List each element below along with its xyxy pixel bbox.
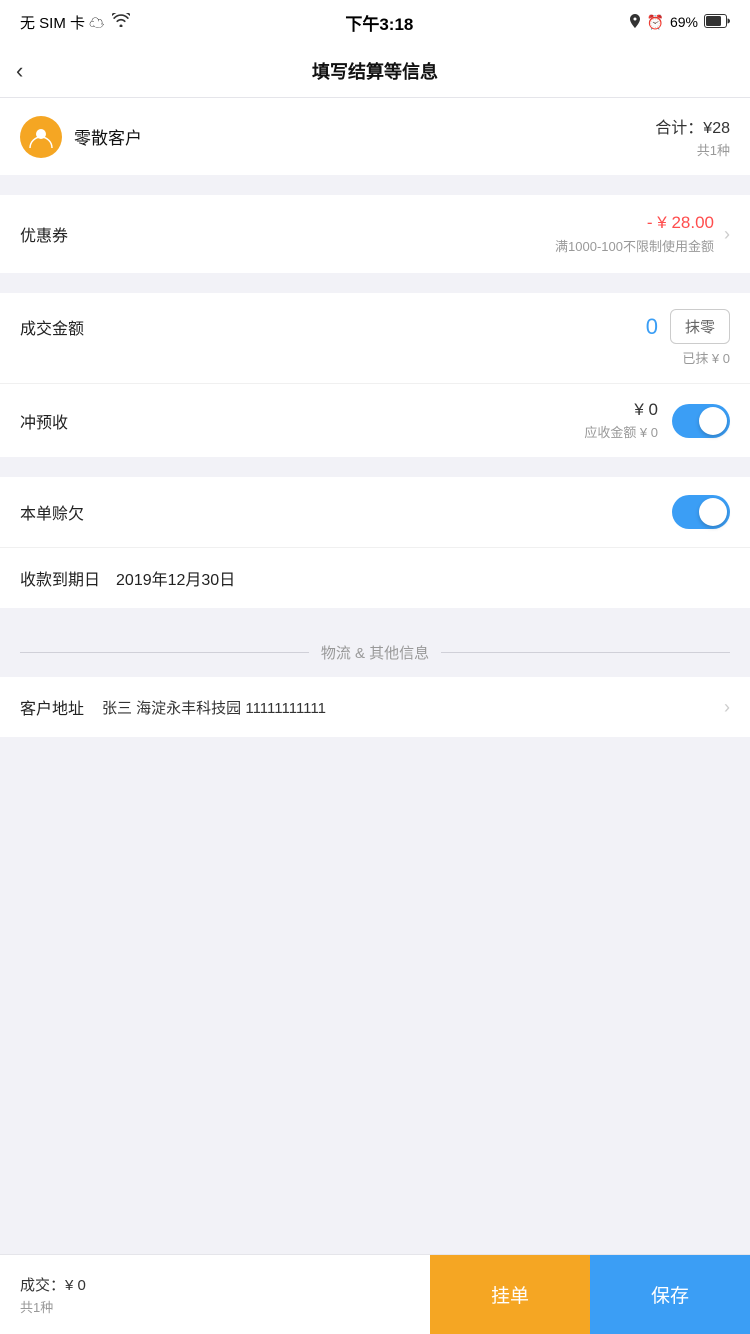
credit-toggle-knob (699, 498, 727, 526)
section-line-right (441, 652, 730, 653)
deal-amount-right: 0 抹零 (646, 309, 730, 344)
divider-1 (0, 185, 750, 195)
bottom-bar: 成交：¥ 0 共1种 挂单 保存 (0, 1254, 750, 1334)
coupon-right: - ¥ 28.00 满1000-100不限制使用金额 › (555, 213, 730, 255)
back-button[interactable]: ‹ (16, 58, 23, 84)
coupon-label: 优惠券 (20, 222, 100, 246)
section-header-text: 物流 & 其他信息 (321, 642, 429, 663)
prepay-label: 冲预收 (20, 409, 68, 433)
status-left: 无 SIM 卡 ☁ (20, 12, 130, 33)
address-value: 张三 海淀永丰科技园 11111111111 (102, 697, 724, 718)
avatar (20, 116, 62, 158)
deal-amount-row: 成交金额 0 抹零 已抹 ¥ 0 (0, 293, 750, 384)
bottom-info: 成交：¥ 0 共1种 (0, 1255, 430, 1334)
credit-label: 本单赊欠 (20, 500, 84, 524)
customer-info: 零散客户 (20, 116, 142, 158)
round-off-button[interactable]: 抹零 (670, 309, 730, 344)
coupon-value: - ¥ 28.00 (555, 213, 714, 233)
bottom-deal-row: 成交：¥ 0 (20, 1274, 410, 1295)
address-label: 客户地址 (20, 695, 90, 719)
customer-count: 共1种 (655, 140, 730, 159)
bottom-deal-value: ¥ 0 (65, 1277, 86, 1294)
status-right: ⏰ 69% (629, 14, 730, 31)
credit-card: 本单赊欠 收款到期日 2019年12月30日 (0, 477, 750, 608)
chevron-right-icon: › (724, 224, 730, 245)
toggle-knob (699, 407, 727, 435)
customer-card: 零散客户 合计：¥28 共1种 (0, 98, 750, 175)
divider-3 (0, 467, 750, 477)
credit-toggle[interactable] (672, 495, 730, 529)
prepay-row: 冲预收 ¥ 0 应收金额 ¥ 0 (0, 384, 750, 457)
nav-bar: ‹ 填写结算等信息 (0, 44, 750, 98)
credit-row: 本单赊欠 (0, 477, 750, 548)
divider-4 (0, 618, 750, 628)
divider-2 (0, 283, 750, 293)
address-card: 客户地址 张三 海淀永丰科技园 11111111111 › (0, 677, 750, 737)
prepay-toggle[interactable] (672, 404, 730, 438)
prepay-sub-value: 应收金额 ¥ 0 (584, 422, 658, 441)
status-time: 下午3:18 (345, 10, 413, 35)
customer-row: 零散客户 合计：¥28 共1种 (0, 98, 750, 175)
coupon-row[interactable]: 优惠券 - ¥ 28.00 满1000-100不限制使用金额 › (0, 195, 750, 273)
save-button[interactable]: 保存 (590, 1255, 750, 1334)
due-date-value: 2019年12月30日 (116, 566, 235, 590)
customer-summary: 合计：¥28 共1种 (655, 114, 730, 159)
content: 零散客户 合计：¥28 共1种 优惠券 - ¥ 28.00 满1000-100不… (0, 98, 750, 837)
address-chevron-icon: › (724, 697, 730, 718)
prepay-right: ¥ 0 应收金额 ¥ 0 (584, 400, 730, 441)
customer-name: 零散客户 (74, 124, 142, 149)
bottom-deal-label: 成交： (20, 1277, 65, 1294)
address-row[interactable]: 客户地址 张三 海淀永丰科技园 11111111111 › (0, 677, 750, 737)
battery-label: 69% (670, 14, 698, 30)
prepay-main-value: ¥ 0 (584, 400, 658, 420)
coupon-card: 优惠券 - ¥ 28.00 满1000-100不限制使用金额 › (0, 195, 750, 273)
coupon-desc: 满1000-100不限制使用金额 (555, 236, 714, 255)
prepay-values: ¥ 0 应收金额 ¥ 0 (584, 400, 658, 441)
deal-amount-sub: 已抹 ¥ 0 (20, 344, 730, 375)
logistics-section-header: 物流 & 其他信息 (0, 628, 750, 677)
deal-amount-value: 0 (646, 314, 658, 340)
deal-prepay-card: 成交金额 0 抹零 已抹 ¥ 0 冲预收 ¥ 0 应收金额 ¥ 0 (0, 293, 750, 457)
status-bar: 无 SIM 卡 ☁ 下午3:18 ⏰ 69% (0, 0, 750, 44)
battery-icon (704, 14, 730, 31)
no-sim-label: 无 SIM 卡 ☁ (20, 12, 104, 33)
due-date-row: 收款到期日 2019年12月30日 (0, 548, 750, 608)
page-title: 填写结算等信息 (312, 58, 438, 84)
hang-order-button[interactable]: 挂单 (430, 1255, 590, 1334)
section-line-left (20, 652, 309, 653)
deal-amount-top: 成交金额 0 抹零 (20, 309, 730, 344)
deal-amount-label: 成交金额 (20, 315, 84, 339)
wifi-icon (112, 13, 130, 31)
customer-total: 合计：¥28 (655, 114, 730, 138)
location-icon (629, 14, 641, 31)
due-date-label: 收款到期日 (20, 566, 100, 590)
alarm-icon: ⏰ (647, 14, 664, 31)
bottom-count: 共1种 (20, 1297, 410, 1316)
